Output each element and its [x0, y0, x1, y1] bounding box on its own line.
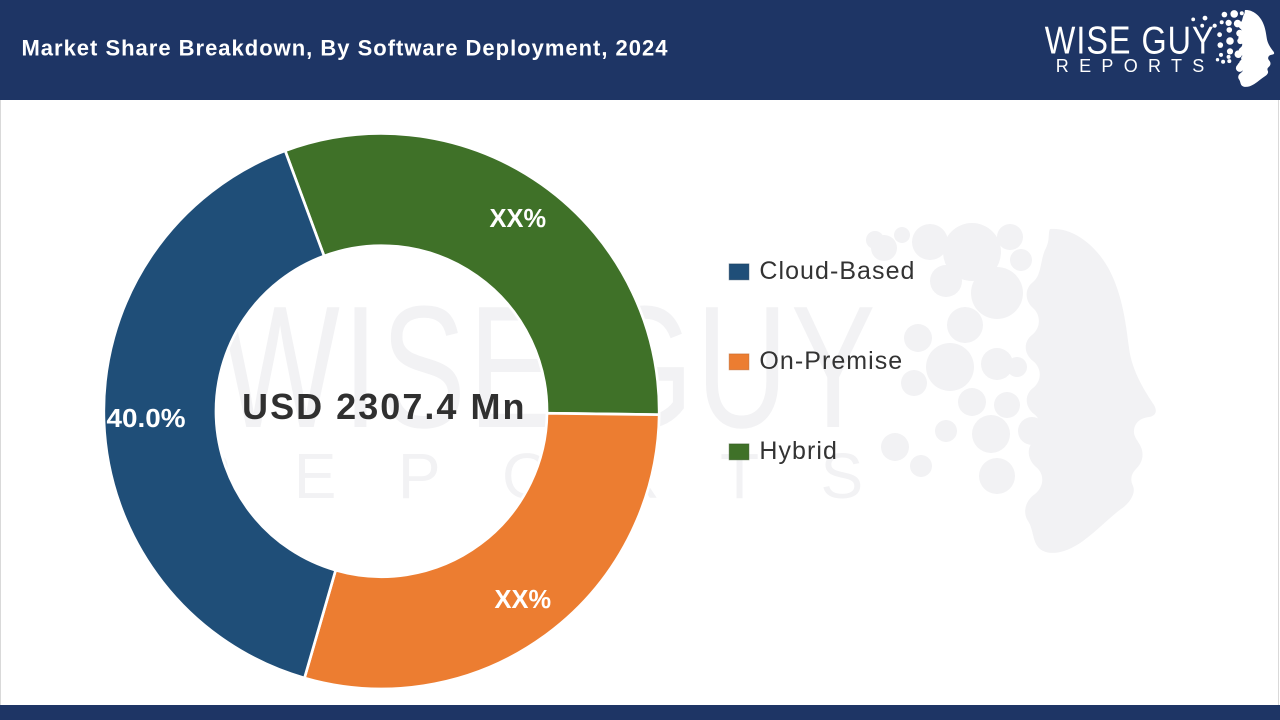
- svg-text:Hybrid: Hybrid: [759, 437, 838, 465]
- svg-text:Cloud-Based: Cloud-Based: [759, 257, 915, 285]
- svg-text:On-Premise: On-Premise: [759, 347, 903, 375]
- svg-text:USD 2307.4 Mn: USD 2307.4 Mn: [242, 386, 525, 427]
- svg-text:REPORTS: REPORTS: [1056, 56, 1215, 76]
- svg-text:XX%: XX%: [495, 584, 552, 614]
- svg-text:XX%: XX%: [490, 203, 547, 233]
- svg-text:Market Share Breakdown, By Sof: Market Share Breakdown, By Software Depl…: [22, 35, 669, 60]
- svg-text:40.0%: 40.0%: [107, 403, 186, 433]
